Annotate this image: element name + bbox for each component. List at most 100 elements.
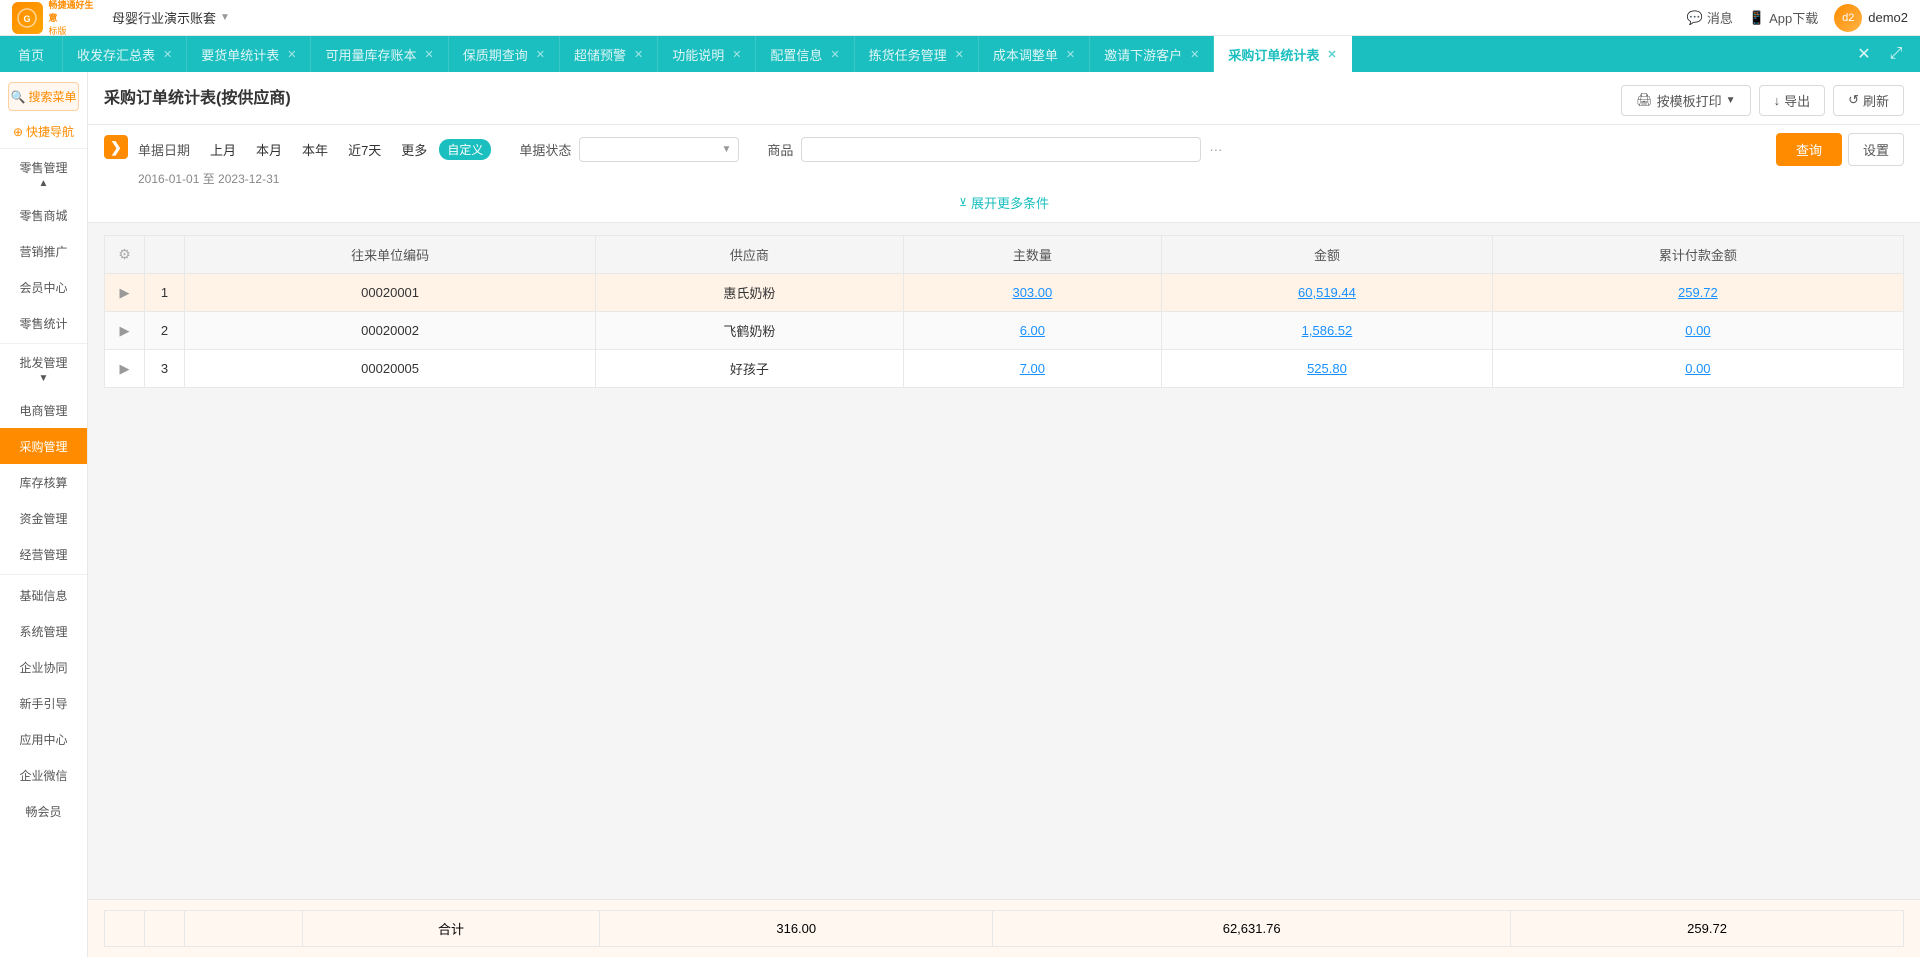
date-btn-7days[interactable]: 近7天 (340, 138, 389, 161)
expand-down-icon: ⊻ (959, 196, 967, 209)
date-btn-last-month[interactable]: 上月 (202, 138, 244, 161)
filter-toggle-btn[interactable]: ❯ (104, 135, 128, 159)
message-icon: 💬 (1687, 10, 1703, 26)
close-icon[interactable]: ✕ (1327, 48, 1336, 61)
maximize-icon[interactable]: ⤢ (1884, 42, 1908, 66)
export-btn[interactable]: ↓ 导出 (1759, 85, 1826, 116)
svg-text:G: G (24, 14, 31, 24)
sidebar-item-member-vip[interactable]: 畅会员 (0, 793, 87, 829)
footer-qty: 316.00 (600, 911, 993, 947)
refresh-btn[interactable]: ↺ 刷新 (1833, 85, 1904, 116)
row-expand-cell[interactable]: ▶ (105, 312, 145, 350)
row-expand-cell[interactable]: ▶ (105, 350, 145, 388)
close-icon[interactable]: ✕ (1066, 48, 1075, 61)
sidebar-item-basic-info[interactable]: 基础信息 (0, 577, 87, 613)
top-bar: G 畅捷通好生意 标版 母婴行业演示账套 ▼ 💬 消息 📱 App下载 d2 d… (0, 0, 1920, 36)
footer-total-label: 合计 (302, 911, 600, 947)
tab-overstock-warning[interactable]: 超储预警 ✕ (560, 36, 658, 72)
amount-cell[interactable]: 1,586.52 (1162, 312, 1493, 350)
tab-order-summary[interactable]: 要货单统计表 ✕ (187, 36, 311, 72)
tab-receive-summary[interactable]: 收发存汇总表 ✕ (63, 36, 187, 72)
goods-more-btn[interactable]: ··· (1209, 142, 1222, 157)
sidebar-item-purchase[interactable]: 采购管理 (0, 428, 87, 464)
footer-row: 合计 316.00 62,631.76 259.72 (105, 911, 1904, 947)
tab-function-guide[interactable]: 功能说明 ✕ (658, 36, 756, 72)
qty-cell[interactable]: 303.00 (903, 274, 1162, 312)
date-range-display: 2016-01-01 至 2023-12-31 (138, 170, 1904, 187)
unit-code-cell: 00020001 (185, 274, 596, 312)
sidebar-item-ecommerce[interactable]: 电商管理 (0, 392, 87, 428)
close-icon[interactable]: ✕ (163, 48, 172, 61)
paid-cell[interactable]: 0.00 (1492, 350, 1903, 388)
close-window-icon[interactable]: ✕ (1852, 42, 1876, 66)
tab-config-info[interactable]: 配置信息 ✕ (756, 36, 854, 72)
close-icon[interactable]: ✕ (830, 48, 839, 61)
date-custom-badge[interactable]: 自定义 (439, 139, 491, 160)
sidebar-item-system[interactable]: 系统管理 (0, 613, 87, 649)
tab-purchase-summary[interactable]: 采购订单统计表 ✕ (1214, 36, 1351, 72)
settings-btn[interactable]: 设置 (1848, 133, 1904, 166)
tab-expiry-query[interactable]: 保质期查询 ✕ (449, 36, 560, 72)
expand-conditions-btn[interactable]: ⊻ 展开更多条件 (104, 187, 1904, 214)
close-icon[interactable]: ✕ (955, 48, 964, 61)
goods-input[interactable] (801, 137, 1201, 162)
query-btn[interactable]: 查询 (1776, 133, 1842, 166)
tab-usable-stock[interactable]: 可用量库存账本 ✕ (311, 36, 448, 72)
app-download-btn[interactable]: 📱 App下载 (1749, 8, 1818, 27)
qty-cell[interactable]: 7.00 (903, 350, 1162, 388)
sidebar-item-member-center[interactable]: 会员中心 (0, 269, 87, 305)
close-icon[interactable]: ✕ (287, 48, 296, 61)
qty-cell[interactable]: 6.00 (903, 312, 1162, 350)
row-expand-cell[interactable]: ▶ (105, 274, 145, 312)
status-select[interactable] (579, 137, 739, 162)
tab-cost-adjust[interactable]: 成本调整单 ✕ (979, 36, 1090, 72)
paid-cell[interactable]: 0.00 (1492, 312, 1903, 350)
sidebar-search-area: 🔍 搜索菜单 (0, 72, 87, 117)
sidebar-item-app-center[interactable]: 应用中心 (0, 721, 87, 757)
close-icon[interactable]: ✕ (536, 48, 545, 61)
tab-pick-task[interactable]: 拣货任务管理 ✕ (855, 36, 979, 72)
user-profile[interactable]: d2 demo2 (1834, 4, 1908, 32)
sidebar-item-finance[interactable]: 资金管理 (0, 500, 87, 536)
workspace-selector[interactable]: 母婴行业演示账套 ▼ (100, 8, 242, 27)
col-supplier-header: 供应商 (596, 236, 903, 274)
quick-nav-btn[interactable]: ⊕ 快捷导航 (0, 117, 87, 146)
sidebar-item-marketing[interactable]: 营销推广 (0, 233, 87, 269)
date-btn-this-month[interactable]: 本月 (248, 138, 290, 161)
close-icon[interactable]: ✕ (634, 48, 643, 61)
logo-text: 畅捷通好生意 标版 (49, 0, 101, 37)
tab-home[interactable]: 首页 (0, 36, 63, 72)
close-icon[interactable]: ✕ (732, 48, 741, 61)
date-btn-more[interactable]: 更多 (393, 138, 435, 161)
paid-cell[interactable]: 259.72 (1492, 274, 1903, 312)
sidebar-item-operations[interactable]: 经营管理 (0, 536, 87, 572)
search-menu-btn[interactable]: 🔍 搜索菜单 (8, 82, 79, 111)
sidebar-item-enterprise-coop[interactable]: 企业协同 (0, 649, 87, 685)
sidebar-item-retail-stats[interactable]: 零售统计 (0, 305, 87, 341)
sidebar-item-new-guide[interactable]: 新手引导 (0, 685, 87, 721)
column-settings-icon[interactable]: ⚙ (118, 246, 131, 262)
nav-tabs: 首页 收发存汇总表 ✕ 要货单统计表 ✕ 可用量库存账本 ✕ 保质期查询 ✕ 超… (0, 36, 1920, 72)
status-label: 单据状态 (519, 140, 571, 159)
print-btn[interactable]: 🖨 按模板打印 ▼ (1621, 85, 1750, 116)
date-btn-this-year[interactable]: 本年 (294, 138, 336, 161)
expand-row-icon: ▶ (120, 285, 130, 300)
logo-area: G 畅捷通好生意 标版 (12, 0, 100, 37)
footer-table: 合计 316.00 62,631.76 259.72 (104, 910, 1904, 947)
sidebar-item-retail-mgmt[interactable]: 零售管理 ▲ (0, 151, 87, 197)
message-btn[interactable]: 💬 消息 (1687, 8, 1733, 27)
page-header: 采购订单统计表(按供应商) 🖨 按模板打印 ▼ ↓ 导出 ↺ 刷新 (88, 72, 1920, 125)
sidebar-item-inventory[interactable]: 库存核算 (0, 464, 87, 500)
amount-cell[interactable]: 60,519.44 (1162, 274, 1493, 312)
tab-invite-downstream[interactable]: 邀请下游客户 ✕ (1090, 36, 1214, 72)
sidebar-item-wholesale[interactable]: 批发管理 ▼ (0, 346, 87, 392)
sidebar-item-retail-store[interactable]: 零售商城 (0, 197, 87, 233)
sidebar-item-enterprise-wechat[interactable]: 企业微信 (0, 757, 87, 793)
nav-right-actions: ✕ ⤢ (1840, 42, 1920, 66)
footer-empty-1 (105, 911, 145, 947)
close-icon[interactable]: ✕ (425, 48, 434, 61)
expand-row-icon: ▶ (120, 361, 130, 376)
chevron-down-icon: ▼ (39, 373, 49, 384)
amount-cell[interactable]: 525.80 (1162, 350, 1493, 388)
close-icon[interactable]: ✕ (1190, 48, 1199, 61)
